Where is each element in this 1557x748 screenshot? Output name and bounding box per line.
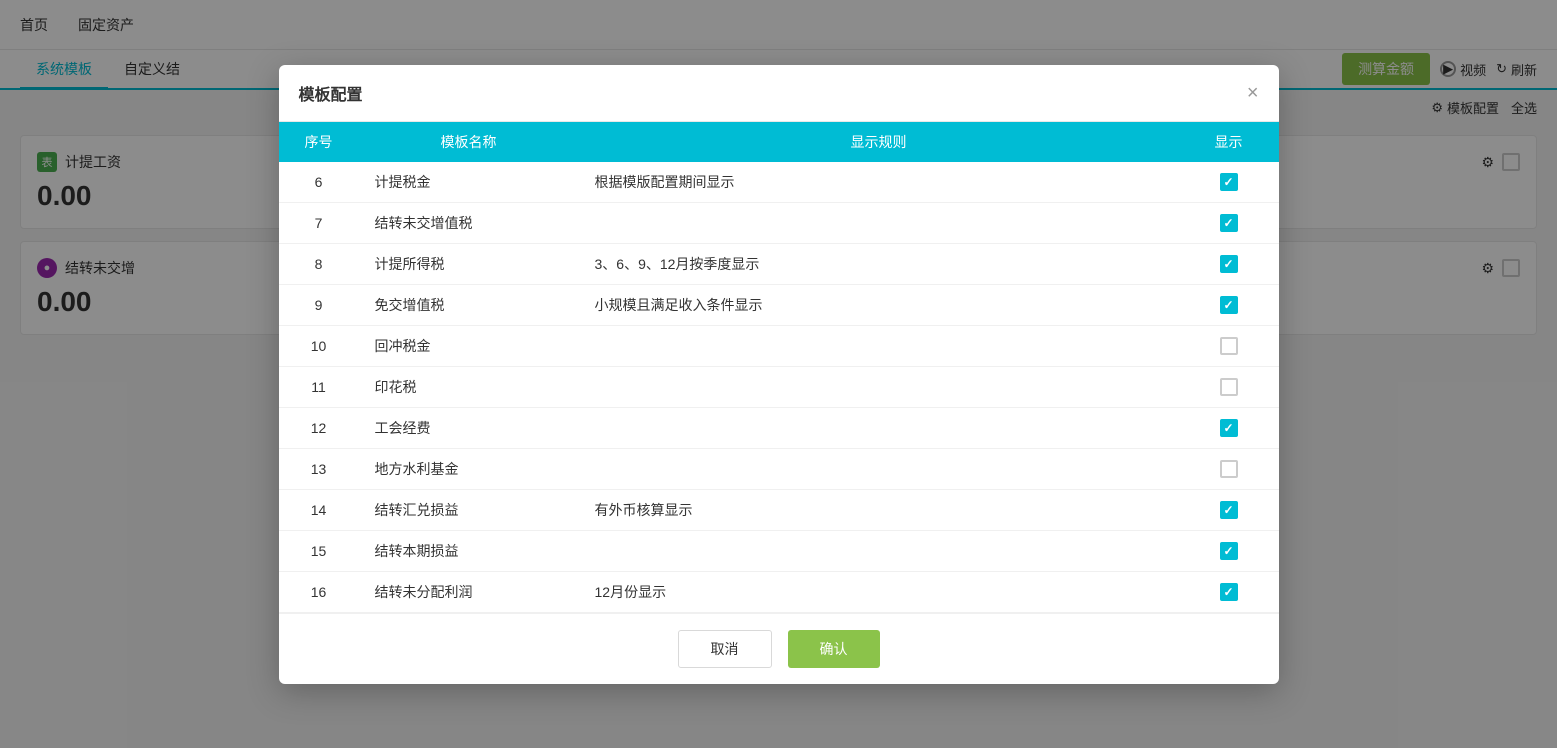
cell-id-7: 13 [279, 448, 359, 489]
table-header: 序号 模板名称 显示规则 显示 [279, 122, 1279, 162]
checkbox-7[interactable] [1220, 460, 1238, 478]
checkbox-9[interactable] [1220, 542, 1238, 560]
table-row: 10回冲税金 [279, 325, 1279, 366]
table-row: 11印花税 [279, 366, 1279, 407]
cell-id-0: 6 [279, 162, 359, 203]
cell-name-1: 结转未交增值税 [359, 202, 579, 243]
modal-title: 模板配置 [299, 81, 363, 105]
table-wrapper[interactable]: 序号 模板名称 显示规则 显示 6计提税金根据模版配置期间显示7结转未交增值税8… [279, 122, 1279, 613]
checkbox-3[interactable] [1220, 296, 1238, 314]
checkbox-5[interactable] [1220, 378, 1238, 396]
cell-id-6: 12 [279, 407, 359, 448]
cell-rule-7 [579, 448, 1179, 489]
col-header-rule: 显示规则 [579, 122, 1179, 162]
checkbox-4[interactable] [1220, 337, 1238, 355]
cell-check-0 [1179, 162, 1279, 203]
table-row: 15结转本期损益 [279, 530, 1279, 571]
table-row: 6计提税金根据模版配置期间显示 [279, 162, 1279, 203]
cell-rule-10: 12月份显示 [579, 571, 1179, 612]
cell-check-8 [1179, 489, 1279, 530]
cell-rule-9 [579, 530, 1179, 571]
cell-id-10: 16 [279, 571, 359, 612]
cell-check-2 [1179, 243, 1279, 284]
modal-header: 模板配置 × [279, 65, 1279, 122]
cell-name-7: 地方水利基金 [359, 448, 579, 489]
checkbox-6[interactable] [1220, 419, 1238, 437]
cell-name-0: 计提税金 [359, 162, 579, 203]
cell-check-6 [1179, 407, 1279, 448]
cell-id-1: 7 [279, 202, 359, 243]
checkbox-8[interactable] [1220, 501, 1238, 519]
modal-close-button[interactable]: × [1247, 83, 1259, 103]
table-row: 14结转汇兑损益有外币核算显示 [279, 489, 1279, 530]
cell-name-4: 回冲税金 [359, 325, 579, 366]
cancel-button[interactable]: 取消 [678, 630, 772, 668]
cell-rule-6 [579, 407, 1179, 448]
config-table: 序号 模板名称 显示规则 显示 6计提税金根据模版配置期间显示7结转未交增值税8… [279, 122, 1279, 613]
checkbox-10[interactable] [1220, 583, 1238, 601]
col-header-name: 模板名称 [359, 122, 579, 162]
cell-name-10: 结转未分配利润 [359, 571, 579, 612]
cell-rule-3: 小规模且满足收入条件显示 [579, 284, 1179, 325]
cell-check-1 [1179, 202, 1279, 243]
cell-id-5: 11 [279, 366, 359, 407]
table-row: 16结转未分配利润12月份显示 [279, 571, 1279, 612]
cell-id-9: 15 [279, 530, 359, 571]
modal-footer: 取消 确认 [279, 613, 1279, 684]
cell-check-9 [1179, 530, 1279, 571]
cell-name-9: 结转本期损益 [359, 530, 579, 571]
checkbox-1[interactable] [1220, 214, 1238, 232]
table-row: 9免交增值税小规模且满足收入条件显示 [279, 284, 1279, 325]
cell-id-3: 9 [279, 284, 359, 325]
cell-name-5: 印花税 [359, 366, 579, 407]
col-header-display: 显示 [1179, 122, 1279, 162]
confirm-button[interactable]: 确认 [788, 630, 880, 668]
cell-rule-4 [579, 325, 1179, 366]
table-row: 12工会经费 [279, 407, 1279, 448]
cell-rule-8: 有外币核算显示 [579, 489, 1179, 530]
modal-body: 序号 模板名称 显示规则 显示 6计提税金根据模版配置期间显示7结转未交增值税8… [279, 122, 1279, 613]
table-body: 6计提税金根据模版配置期间显示7结转未交增值税8计提所得税3、6、9、12月按季… [279, 162, 1279, 613]
col-header-id: 序号 [279, 122, 359, 162]
cell-id-2: 8 [279, 243, 359, 284]
cell-rule-0: 根据模版配置期间显示 [579, 162, 1179, 203]
cell-check-10 [1179, 571, 1279, 612]
table-row: 7结转未交增值税 [279, 202, 1279, 243]
cell-id-4: 10 [279, 325, 359, 366]
cell-check-5 [1179, 366, 1279, 407]
cell-name-2: 计提所得税 [359, 243, 579, 284]
cell-rule-1 [579, 202, 1179, 243]
modal-dialog: 模板配置 × 序号 模板名称 显示规则 显示 6计提税金根据模版配置期间显 [279, 65, 1279, 684]
table-row: 13地方水利基金 [279, 448, 1279, 489]
cell-check-7 [1179, 448, 1279, 489]
cell-name-8: 结转汇兑损益 [359, 489, 579, 530]
table-row: 8计提所得税3、6、9、12月按季度显示 [279, 243, 1279, 284]
modal-overlay: 模板配置 × 序号 模板名称 显示规则 显示 6计提税金根据模版配置期间显 [0, 0, 1557, 748]
checkbox-0[interactable] [1220, 173, 1238, 191]
cell-check-4 [1179, 325, 1279, 366]
cell-rule-5 [579, 366, 1179, 407]
checkbox-2[interactable] [1220, 255, 1238, 273]
cell-name-3: 免交增值税 [359, 284, 579, 325]
cell-id-8: 14 [279, 489, 359, 530]
cell-name-6: 工会经费 [359, 407, 579, 448]
cell-check-3 [1179, 284, 1279, 325]
cell-rule-2: 3、6、9、12月按季度显示 [579, 243, 1179, 284]
